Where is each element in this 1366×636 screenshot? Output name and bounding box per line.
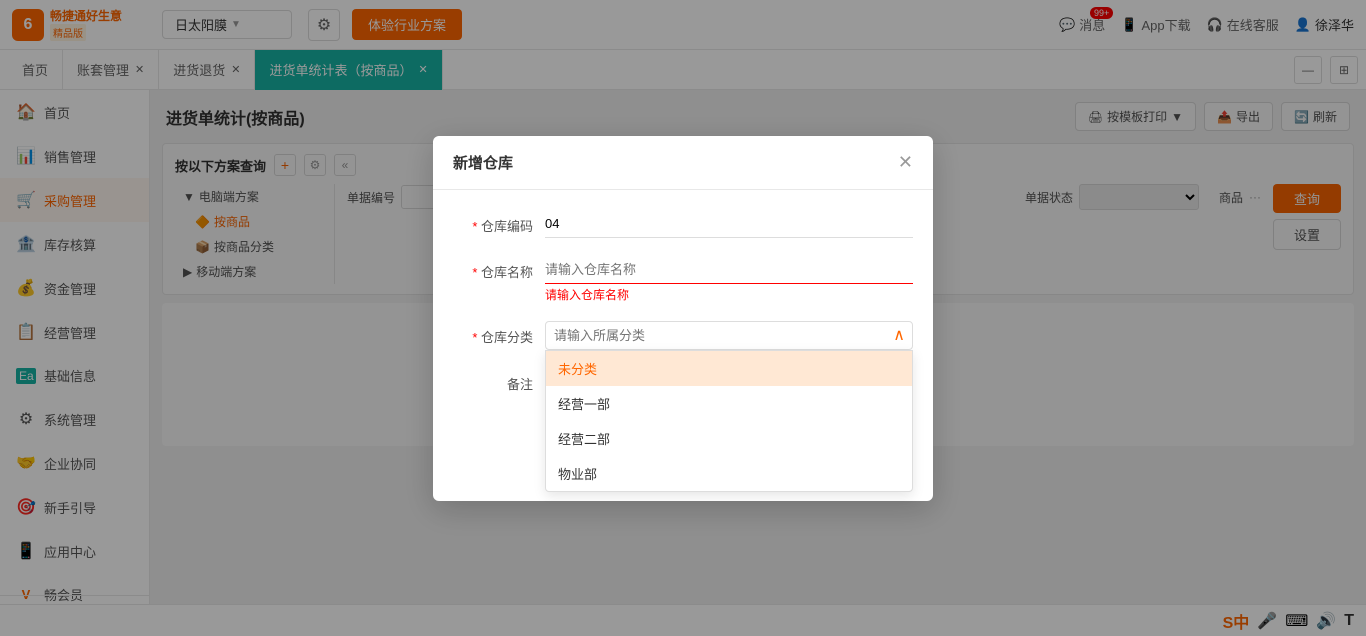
dropdown-item-dept2[interactable]: 经营二部: [546, 421, 912, 456]
code-label: * 仓库编码: [453, 210, 533, 235]
dialog-title: 新增仓库: [453, 152, 513, 173]
name-label: * 仓库名称: [453, 256, 533, 281]
dialog-close-button[interactable]: ✕: [898, 153, 913, 171]
dropdown-item-property[interactable]: 物业部: [546, 456, 912, 491]
form-row-code: * 仓库编码: [453, 210, 913, 238]
category-input[interactable]: [545, 321, 913, 350]
category-label: * 仓库分类: [453, 321, 533, 346]
name-control: 请输入仓库名称: [545, 256, 913, 303]
code-control: [545, 210, 913, 238]
dialog-header: 新增仓库 ✕: [433, 136, 933, 190]
dialog-overlay: 新增仓库 ✕ * 仓库编码 * 仓库名称 请输入仓库名称: [0, 0, 1366, 636]
dropdown-item-unclassified[interactable]: 未分类: [546, 351, 912, 386]
name-error-msg: 请输入仓库名称: [545, 286, 913, 303]
dialog-body: * 仓库编码 * 仓库名称 请输入仓库名称 * 仓库分类: [433, 190, 933, 434]
category-select-wrap: ∧: [545, 321, 913, 350]
dropdown-item-dept1[interactable]: 经营一部: [546, 386, 912, 421]
code-input[interactable]: [545, 210, 913, 238]
new-warehouse-dialog: 新增仓库 ✕ * 仓库编码 * 仓库名称 请输入仓库名称: [433, 136, 933, 501]
form-row-category: * 仓库分类 ∧ 未分类 经营一部 经营二部 物业部: [453, 321, 913, 350]
category-arrow-icon[interactable]: ∧: [893, 325, 905, 345]
category-dropdown: 未分类 经营一部 经营二部 物业部: [545, 350, 913, 492]
form-row-name: * 仓库名称 请输入仓库名称: [453, 256, 913, 303]
category-control: ∧ 未分类 经营一部 经营二部 物业部: [545, 321, 913, 350]
notes-label: 备注: [453, 368, 533, 393]
name-input[interactable]: [545, 256, 913, 284]
